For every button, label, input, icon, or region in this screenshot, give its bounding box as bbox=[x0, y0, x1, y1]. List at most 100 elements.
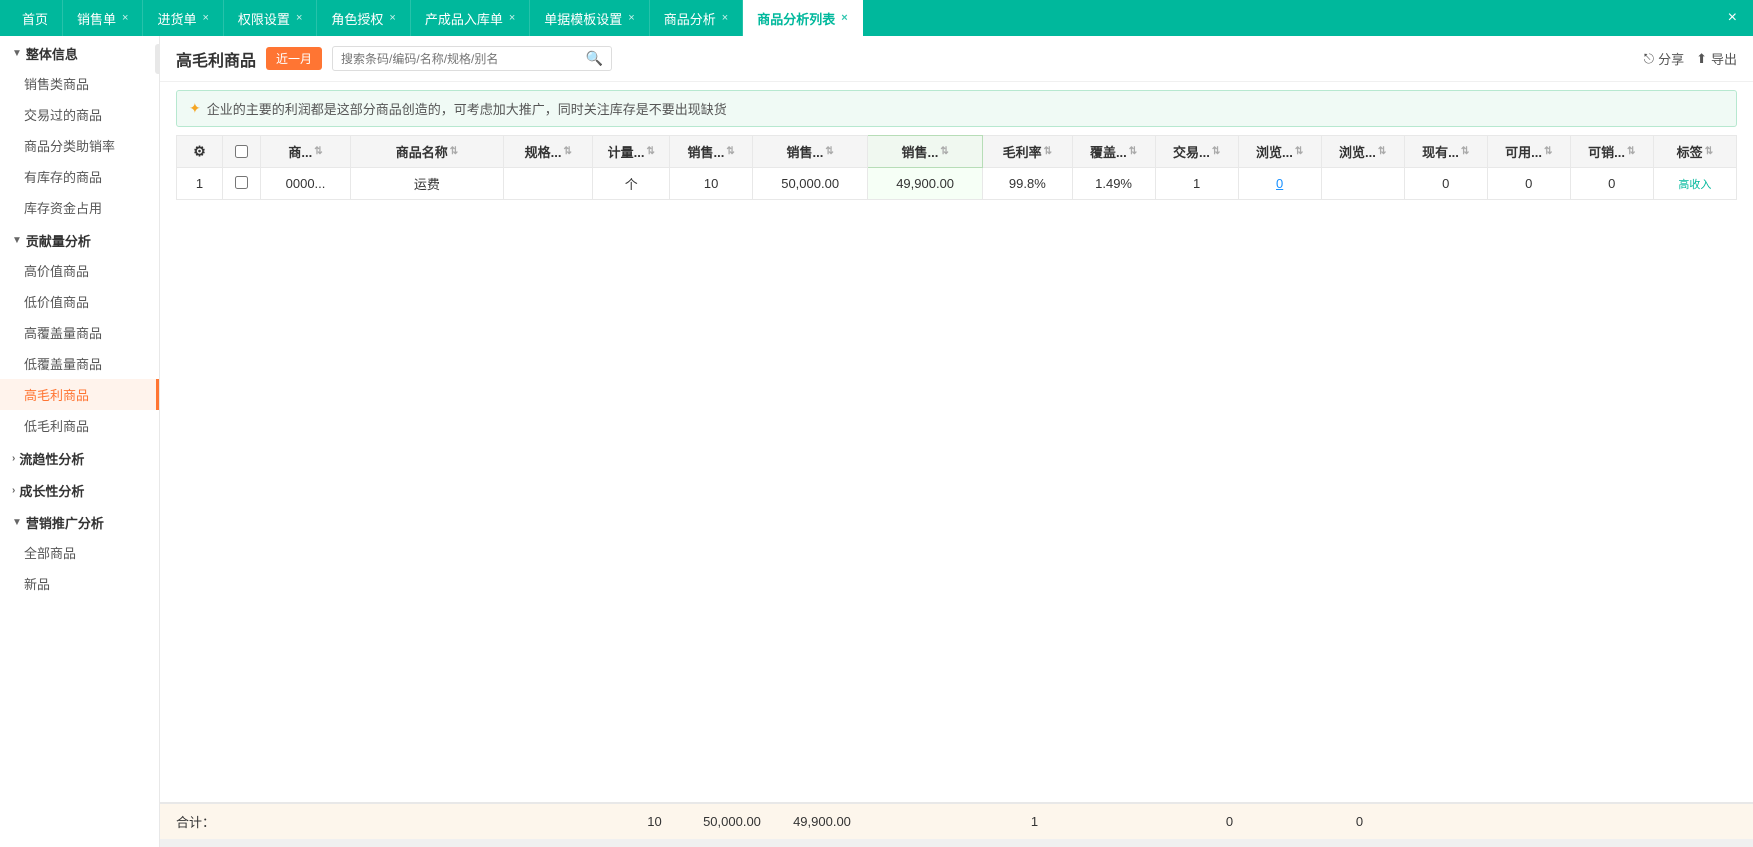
col-header-tag[interactable]: 标签 ⇅ bbox=[1653, 136, 1736, 168]
sidebar-item-traded-goods[interactable]: 交易过的商品 bbox=[0, 99, 159, 130]
footer-empty4 bbox=[372, 814, 492, 829]
sidebar-item-all-goods[interactable]: 全部商品 bbox=[0, 537, 159, 568]
sidebar-item-stock-capital[interactable]: 库存资金占用 bbox=[0, 192, 159, 223]
col-header-settings[interactable]: ⚙ bbox=[177, 136, 223, 168]
cell-checkbox[interactable] bbox=[222, 168, 260, 200]
sidebar-group-contribution[interactable]: ▼ 贡献量分析 bbox=[0, 223, 159, 255]
content-area: 高毛利商品 近一月 🔍 ⎋ 分享 ⬆ 导出 ✦ 企业的主要的利润都是这部分商品创… bbox=[160, 36, 1753, 847]
footer-empty6 bbox=[562, 814, 622, 829]
col-header-cover[interactable]: 覆盖... ⇅ bbox=[1072, 136, 1155, 168]
sidebar-group-overall[interactable]: ▼ 整体信息 bbox=[0, 36, 159, 68]
nav-tab-sales[interactable]: 销售单 × bbox=[63, 0, 143, 36]
col-header-stock1[interactable]: 现有... ⇅ bbox=[1404, 136, 1487, 168]
close-analysis-tab[interactable]: × bbox=[722, 12, 728, 24]
cell-tag: 高收入 bbox=[1653, 168, 1736, 200]
footer-empty5 bbox=[492, 814, 562, 829]
footer-empty8 bbox=[937, 814, 1002, 829]
sidebar-item-high-value[interactable]: 高价值商品 bbox=[0, 255, 159, 286]
cell-name: 运费 bbox=[350, 168, 503, 200]
close-product-in-tab[interactable]: × bbox=[509, 12, 515, 24]
footer-empty1 bbox=[236, 814, 272, 829]
col-header-checkbox[interactable] bbox=[222, 136, 260, 168]
share-icon: ⎋ bbox=[1644, 51, 1654, 67]
close-all-button[interactable]: × bbox=[1720, 9, 1745, 27]
search-icon[interactable]: 🔍 bbox=[586, 50, 603, 67]
nav-tab-purchase[interactable]: 进货单 × bbox=[143, 0, 223, 36]
col-header-gross-rate[interactable]: 毛利率 ⇅ bbox=[983, 136, 1072, 168]
col-header-name[interactable]: 商品名称 ⇅ bbox=[350, 136, 503, 168]
table-header-row: ⚙ 商... ⇅ 商品名称 bbox=[177, 136, 1737, 168]
table-container: ⚙ 商... ⇅ 商品名称 bbox=[176, 135, 1737, 802]
cell-stock2: 0 bbox=[1487, 168, 1570, 200]
col-header-trans[interactable]: 交易... ⇅ bbox=[1155, 136, 1238, 168]
sidebar-item-category-rate[interactable]: 商品分类助销率 bbox=[0, 130, 159, 161]
page-title: 高毛利商品 bbox=[176, 47, 256, 71]
cell-code: 0000... bbox=[261, 168, 350, 200]
nav-tab-role[interactable]: 角色授权 × bbox=[317, 0, 410, 36]
footer-trans: 1 bbox=[1002, 814, 1067, 829]
sidebar-item-low-value[interactable]: 低价值商品 bbox=[0, 286, 159, 317]
col-header-sell[interactable]: 可销... ⇅ bbox=[1570, 136, 1653, 168]
arrow-trend-icon: › bbox=[12, 453, 15, 464]
close-analysis-list-tab[interactable]: × bbox=[841, 12, 847, 24]
close-template-tab[interactable]: × bbox=[628, 12, 634, 24]
nav-tab-permission[interactable]: 权限设置 × bbox=[224, 0, 317, 36]
cell-browse1[interactable]: 0 bbox=[1238, 168, 1321, 200]
col-header-sales-amt[interactable]: 销售... ⇅ bbox=[753, 136, 868, 168]
nav-tab-template[interactable]: 单据模板设置 × bbox=[530, 0, 649, 36]
col-header-unit[interactable]: 计量... ⇅ bbox=[593, 136, 670, 168]
col-header-stock2[interactable]: 可用... ⇅ bbox=[1487, 136, 1570, 168]
cell-unit: 个 bbox=[593, 168, 670, 200]
sidebar-item-stocked-goods[interactable]: 有库存的商品 bbox=[0, 161, 159, 192]
sort-stock2-icon: ⇅ bbox=[1544, 146, 1552, 157]
select-all-checkbox[interactable] bbox=[235, 145, 248, 158]
sidebar-collapse-button[interactable]: « bbox=[155, 44, 160, 74]
sidebar-item-high-margin[interactable]: 高毛利商品 bbox=[0, 379, 159, 410]
footer-empty9 bbox=[1067, 814, 1132, 829]
sort-tag-icon: ⇅ bbox=[1705, 146, 1713, 157]
filter-recent-month-button[interactable]: 近一月 bbox=[266, 47, 322, 70]
footer-empty2 bbox=[272, 814, 302, 829]
nav-tab-analysis-list[interactable]: 商品分析列表 × bbox=[743, 0, 862, 36]
col-header-sales-profit[interactable]: 销售... ⇅ bbox=[868, 136, 983, 168]
sidebar-item-new-goods[interactable]: 新品 bbox=[0, 568, 159, 599]
close-sales-tab[interactable]: × bbox=[122, 12, 128, 24]
search-input[interactable] bbox=[341, 52, 582, 66]
arrow-growth-icon: › bbox=[12, 485, 15, 496]
sidebar-item-low-margin[interactable]: 低毛利商品 bbox=[0, 410, 159, 441]
sidebar-group-marketing[interactable]: ▼ 营销推广分析 bbox=[0, 505, 159, 537]
col-header-sales-qty[interactable]: 销售... ⇅ bbox=[670, 136, 753, 168]
sidebar-item-high-cover[interactable]: 高覆盖量商品 bbox=[0, 317, 159, 348]
sidebar-item-sales-goods[interactable]: 销售类商品 bbox=[0, 68, 159, 99]
table-row: 1 0000... 运费 个 10 50,000.00 49,900.00 99… bbox=[177, 168, 1737, 200]
footer-sales-qty: 10 bbox=[622, 814, 687, 829]
cell-trans: 1 bbox=[1155, 168, 1238, 200]
footer-sales-amt: 50,000.00 bbox=[687, 814, 777, 829]
cell-sales-qty: 10 bbox=[670, 168, 753, 200]
col-header-browse2[interactable]: 浏览... ⇅ bbox=[1321, 136, 1404, 168]
nav-tab-product-in[interactable]: 产成品入库单 × bbox=[411, 0, 530, 36]
nav-tab-analysis[interactable]: 商品分析 × bbox=[650, 0, 743, 36]
sidebar-group-growth[interactable]: › 成长性分析 bbox=[0, 473, 159, 505]
share-button[interactable]: ⎋ 分享 bbox=[1644, 49, 1684, 68]
data-table: ⚙ 商... ⇅ 商品名称 bbox=[176, 135, 1737, 200]
col-header-spec[interactable]: 规格... ⇅ bbox=[504, 136, 593, 168]
col-header-code[interactable]: 商... ⇅ bbox=[261, 136, 350, 168]
cell-cover: 1.49% bbox=[1072, 168, 1155, 200]
export-icon: ⬆ bbox=[1696, 51, 1707, 67]
cell-stock1: 0 bbox=[1404, 168, 1487, 200]
export-button[interactable]: ⬆ 导出 bbox=[1696, 49, 1737, 68]
nav-tab-home[interactable]: 首页 bbox=[8, 0, 63, 36]
footer-cells: 10 50,000.00 49,900.00 1 0 0 bbox=[236, 814, 1737, 829]
sidebar-item-low-cover[interactable]: 低覆盖量商品 bbox=[0, 348, 159, 379]
close-permission-tab[interactable]: × bbox=[296, 12, 302, 24]
col-header-browse1[interactable]: 浏览... ⇅ bbox=[1238, 136, 1321, 168]
row-checkbox[interactable] bbox=[235, 176, 248, 189]
horizontal-scrollbar[interactable] bbox=[160, 839, 1753, 847]
cell-num: 1 bbox=[177, 168, 223, 200]
close-purchase-tab[interactable]: × bbox=[202, 12, 208, 24]
close-role-tab[interactable]: × bbox=[389, 12, 395, 24]
header-actions: ⎋ 分享 ⬆ 导出 bbox=[1644, 49, 1737, 68]
sort-trans-icon: ⇅ bbox=[1212, 146, 1220, 157]
sidebar-group-trend[interactable]: › 流趋性分析 bbox=[0, 441, 159, 473]
